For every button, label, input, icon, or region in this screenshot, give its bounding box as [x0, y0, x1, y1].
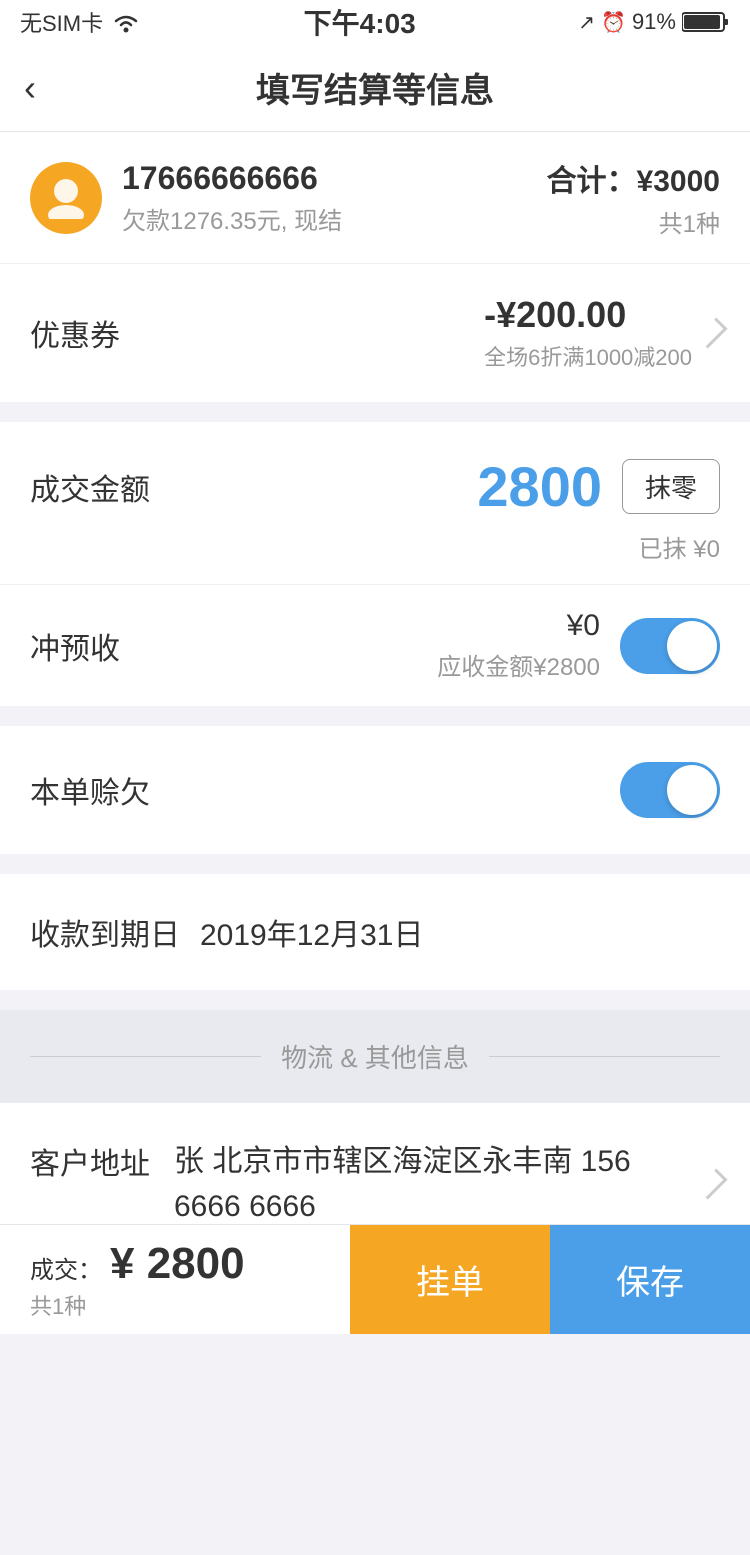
- status-bar: 无SIM卡 下午4:03 ↗ ⏰ 91%: [0, 0, 750, 44]
- save-button[interactable]: 保存: [550, 1225, 750, 1334]
- deal-section: 成交金额 2800 抹零 已抹 ¥0 冲预收 ¥0 应收金额¥2800: [0, 422, 750, 706]
- battery-text: 91%: [632, 9, 676, 35]
- hold-button[interactable]: 挂单: [350, 1225, 550, 1334]
- prepay-right: ¥0 应收金额¥2800: [437, 609, 720, 682]
- page-title: 填写结算等信息: [256, 63, 494, 112]
- customer-info: 17666666666 欠款1276.35元, 现结: [122, 160, 342, 236]
- alarm-icon: ⏰: [601, 10, 626, 35]
- address-value: 张 北京市市辖区海淀区永丰南 156 6666 6666: [174, 1139, 704, 1229]
- deal-amount: 2800: [477, 454, 602, 519]
- bottom-padding: [0, 1445, 750, 1555]
- battery-icon: [682, 10, 730, 34]
- coupon-label: 优惠券: [30, 311, 120, 355]
- prepay-toggle[interactable]: [620, 618, 720, 674]
- customer-section: 17666666666 欠款1276.35元, 现结 合计：¥3000 共1种 …: [0, 132, 750, 402]
- prepay-label: 冲预收: [30, 624, 120, 668]
- arrear-label: 本单赊欠: [30, 768, 150, 812]
- avatar: [30, 162, 102, 234]
- status-left: 无SIM卡: [20, 6, 141, 38]
- deal-sub-info: 已抹 ¥0: [0, 529, 750, 584]
- bottom-deal-amount: ¥ 2800: [110, 1239, 245, 1289]
- coupon-right: -¥200.00 全场6折满1000减200: [484, 294, 720, 372]
- prepay-sub: 应收金额¥2800: [437, 647, 600, 682]
- due-date-row: 收款到期日 2019年12月31日: [0, 874, 750, 990]
- arrear-section: 本单赊欠: [0, 726, 750, 854]
- bottom-bar: 成交： ¥ 2800 共1种 挂单 保存: [0, 1224, 750, 1334]
- due-date-label: 收款到期日: [30, 910, 180, 954]
- prepay-info: ¥0 应收金额¥2800: [437, 609, 600, 682]
- customer-left: 17666666666 欠款1276.35元, 现结: [30, 160, 342, 236]
- nav-bar: ‹ 填写结算等信息: [0, 44, 750, 132]
- due-date-section: 收款到期日 2019年12月31日: [0, 874, 750, 990]
- round-button[interactable]: 抹零: [622, 459, 720, 514]
- back-button[interactable]: ‹: [24, 67, 36, 109]
- arrear-toggle-knob: [667, 765, 717, 815]
- divider-line-right: [489, 1056, 720, 1057]
- toggle-knob: [667, 621, 717, 671]
- customer-sub-info: 欠款1276.35元, 现结: [122, 201, 342, 236]
- coupon-info: -¥200.00 全场6折满1000减200: [484, 294, 692, 372]
- divider-line-left: [30, 1056, 261, 1057]
- coupon-desc: 全场6折满1000减200: [484, 340, 692, 372]
- avatar-person-icon: [46, 177, 86, 219]
- due-date-value: 2019年12月31日: [200, 910, 423, 954]
- status-right: ↗ ⏰ 91%: [578, 9, 730, 35]
- divider-section: 物流 & 其他信息: [0, 1010, 750, 1103]
- carrier-text: 无SIM卡: [20, 6, 103, 38]
- coupon-row[interactable]: 优惠券 -¥200.00 全场6折满1000减200: [0, 263, 750, 402]
- arrear-toggle[interactable]: [620, 762, 720, 818]
- address-label: 客户地址: [30, 1139, 150, 1183]
- bottom-count: 共1种: [30, 1289, 320, 1321]
- wifi-icon: [111, 11, 141, 33]
- location-icon: ↗: [578, 10, 595, 35]
- divider-text: 物流 & 其他信息: [281, 1038, 469, 1075]
- bottom-deal-line: 成交： ¥ 2800: [30, 1239, 320, 1289]
- total-count: 共1种: [547, 204, 720, 239]
- coupon-discount: -¥200.00: [484, 294, 692, 336]
- customer-row: 17666666666 欠款1276.35元, 现结 合计：¥3000 共1种: [0, 132, 750, 263]
- total-amount: 合计：¥3000: [547, 156, 720, 200]
- deal-right: 2800 抹零: [477, 454, 720, 519]
- chevron-right-icon: [696, 317, 727, 348]
- deal-amount-row: 成交金额 2800 抹零: [0, 422, 750, 529]
- arrear-row: 本单赊欠: [0, 726, 750, 854]
- deal-label: 成交金额: [30, 465, 150, 509]
- prepay-amount: ¥0: [437, 609, 600, 643]
- address-chevron: [704, 1170, 720, 1198]
- status-time: 下午4:03: [304, 2, 416, 42]
- bottom-summary: 成交： ¥ 2800 共1种: [0, 1225, 350, 1334]
- bottom-deal-label: 成交：: [30, 1250, 102, 1285]
- customer-total: 合计：¥3000 共1种: [547, 156, 720, 239]
- customer-phone: 17666666666: [122, 160, 342, 197]
- prepay-row: 冲预收 ¥0 应收金额¥2800: [0, 584, 750, 706]
